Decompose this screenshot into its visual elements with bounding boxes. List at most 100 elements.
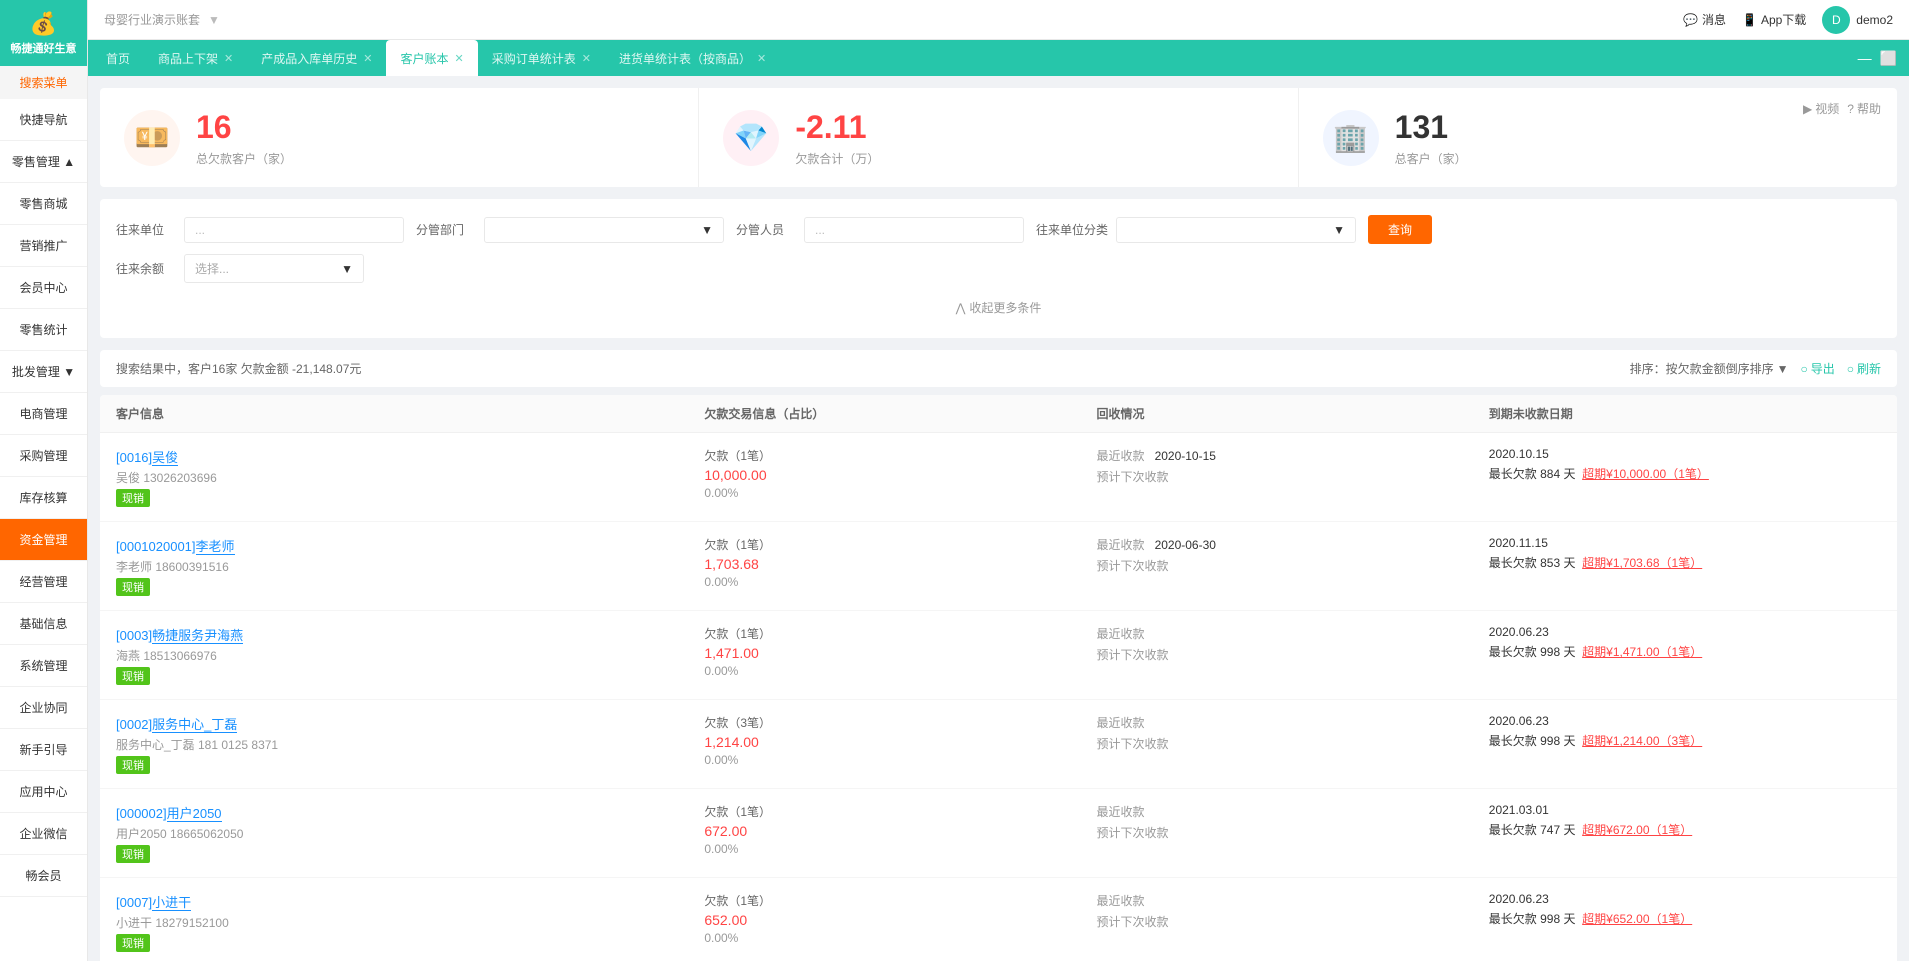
customer-table: 客户信息 欠款交易信息（占比） 回收情况 到期未收款日期 [0016]吴俊 吴俊… [100, 395, 1897, 961]
search-menu[interactable]: 搜索菜单 [0, 66, 87, 99]
repay-next: 预计下次收款 [1097, 646, 1489, 663]
user-menu-button[interactable]: D demo2 [1822, 6, 1893, 34]
customer-tag: 现销 [116, 578, 150, 596]
tab-caigouddtongji[interactable]: 采购订单统计表 ✕ [478, 40, 605, 76]
debt-total-value: -2.11 [795, 108, 1273, 146]
table-row: [0003]畅捷服务尹海燕 海燕 18513066976 现销 欠款（1笔） 1… [100, 611, 1897, 700]
play-icon: ▶ [1803, 102, 1812, 116]
filter-placeholder: ... [815, 223, 825, 237]
sidebar-item-qiyeweixinl[interactable]: 企业微信 [0, 813, 87, 855]
sidebar-item-pifaguanli[interactable]: 批发管理 ▼ [0, 351, 87, 393]
close-icon[interactable]: ✕ [455, 52, 464, 65]
chevron-down-icon: ▼ [63, 365, 75, 379]
overdue-days-text: 最长欠款 998 天 超期¥1,471.00（1笔） [1489, 643, 1881, 660]
overdue-info-cell: 2020.06.23 最长欠款 998 天 超期¥1,471.00（1笔） [1489, 625, 1881, 660]
sidebar-item-caigouguanli[interactable]: 采购管理 [0, 435, 87, 477]
topbar-dropdown-icon[interactable]: ▼ [208, 13, 220, 27]
table-row: [0001020001]李老师 李老师 18600391516 现销 欠款（1笔… [100, 522, 1897, 611]
sidebar-item-dianshangangguanli[interactable]: 电商管理 [0, 393, 87, 435]
customer-name-link[interactable]: [0003]畅捷服务尹海燕 [116, 625, 704, 644]
sidebar-item-jichuxinxi[interactable]: 基础信息 [0, 603, 87, 645]
customer-tag: 现销 [116, 667, 150, 685]
overdue-amount-link[interactable]: 超期¥672.00（1笔） [1582, 823, 1692, 837]
sidebar-item-lingshoulguanli[interactable]: 零售管理 ▲ [0, 141, 87, 183]
customer-name-link[interactable]: [0002]服务中心_丁磊 [116, 714, 704, 733]
sidebar-item-yingyongzhongxin[interactable]: 应用中心 [0, 771, 87, 813]
debt-amount[interactable]: 10,000.00 [704, 467, 1096, 483]
message-button[interactable]: 💬 消息 [1683, 11, 1726, 28]
overdue-info-cell: 2020.10.15 最长欠款 884 天 超期¥10,000.00（1笔） [1489, 447, 1881, 482]
overdue-days-text: 最长欠款 884 天 超期¥10,000.00（1笔） [1489, 465, 1881, 482]
export-label: 导出 [1811, 360, 1835, 377]
tab-shangpinshanxia[interactable]: 商品上下架 ✕ [144, 40, 247, 76]
app-download-button[interactable]: 📱 App下载 [1742, 11, 1806, 28]
message-label: 消息 [1702, 11, 1726, 28]
overdue-amount-link[interactable]: 超期¥1,471.00（1笔） [1582, 645, 1702, 659]
overdue-amount-link[interactable]: 超期¥1,703.68（1笔） [1582, 556, 1702, 570]
filter-placeholder: ... [195, 223, 205, 237]
collapse-filter-button[interactable]: ⋀ 收起更多条件 [116, 293, 1881, 322]
export-button[interactable]: ○ 导出 [1800, 360, 1834, 377]
customer-name-link[interactable]: [0007]小进干 [116, 892, 704, 911]
debt-amount[interactable]: 652.00 [704, 912, 1096, 928]
overdue-amount-link[interactable]: 超期¥652.00（1笔） [1582, 912, 1692, 926]
customer-name-link[interactable]: [0016]吴俊 [116, 447, 704, 466]
tab-jinhuo-tongji[interactable]: 进货单统计表（按商品） ✕ [605, 40, 780, 76]
customer-name-link[interactable]: [0001020001]李老师 [116, 536, 704, 555]
tab-kehuzhangshu[interactable]: 客户账本 ✕ [386, 40, 477, 76]
debt-info-cell: 欠款（3笔） 1,214.00 0.00% [704, 714, 1096, 767]
sidebar-item-qiyexietong[interactable]: 企业协同 [0, 687, 87, 729]
overdue-info-cell: 2021.03.01 最长欠款 747 天 超期¥672.00（1笔） [1489, 803, 1881, 838]
debt-amount[interactable]: 1,703.68 [704, 556, 1096, 572]
repay-latest: 最近收款 2020-10-15 [1097, 447, 1489, 464]
tab-label: 产成品入库单历史 [261, 50, 357, 67]
search-button[interactable]: 查询 [1368, 215, 1432, 244]
video-button[interactable]: ▶ 视频 [1803, 100, 1839, 117]
filter-input-fengurenyuan[interactable]: ... [804, 217, 1024, 243]
filter-select-laiwaiyu'e[interactable]: 选择... ▼ [184, 254, 364, 283]
sort-area: 排序：按欠款金额倒序排序 ▼ ○ 导出 ○ 刷新 [1630, 360, 1881, 377]
tab-home[interactable]: 首页 [92, 40, 144, 76]
sidebar-item-jingyingguanli[interactable]: 经营管理 [0, 561, 87, 603]
nav-label: 系统管理 [19, 659, 67, 673]
close-icon[interactable]: ✕ [582, 52, 591, 65]
sidebar-item-huiyuanzhongxin[interactable]: 会员中心 [0, 267, 87, 309]
filter-input-laiwaidanwei[interactable]: ... [184, 217, 404, 243]
tab-minimize-icon[interactable]: — [1858, 50, 1872, 66]
sidebar-item-kucunhesuan[interactable]: 库存核算 [0, 477, 87, 519]
close-icon[interactable]: ✕ [757, 52, 766, 65]
customer-name-link[interactable]: [000002]用户2050 [116, 803, 704, 822]
filter-select-laiwaidanweifenlei[interactable]: ▼ [1116, 217, 1356, 243]
sidebar-item-xitongguanli[interactable]: 系统管理 [0, 645, 87, 687]
debt-amount[interactable]: 1,471.00 [704, 645, 1096, 661]
debt-customers-value: 16 [196, 108, 674, 146]
close-icon[interactable]: ✕ [363, 52, 372, 65]
debt-percent: 0.00% [704, 575, 1096, 589]
sort-button[interactable]: 排序：按欠款金额倒序排序 ▼ [1630, 360, 1789, 377]
close-icon[interactable]: ✕ [224, 52, 233, 65]
sidebar: 💰 畅捷通好生意 搜索菜单 快捷导航 零售管理 ▲ 零售商城 营销推广 会员中心… [0, 0, 88, 961]
overdue-amount-link[interactable]: 超期¥1,214.00（3笔） [1582, 734, 1702, 748]
help-button[interactable]: ? 帮助 [1847, 100, 1881, 117]
sidebar-item-changhui-yuan[interactable]: 畅会员 [0, 855, 87, 897]
tab-maximize-icon[interactable]: ⬜ [1880, 50, 1897, 67]
overdue-date: 2020.06.23 [1489, 714, 1881, 728]
sidebar-item-zijinguanli[interactable]: 资金管理 [0, 519, 87, 561]
sidebar-item-lingshoutongji[interactable]: 零售统计 [0, 309, 87, 351]
customer-info-cell: [0002]服务中心_丁磊 服务中心_丁磊 181 0125 8371 现销 [116, 714, 704, 774]
chevron-down-icon: ▼ [1333, 223, 1345, 237]
filter-select-fengubumen[interactable]: ▼ [484, 217, 724, 243]
debt-info-cell: 欠款（1笔） 652.00 0.00% [704, 892, 1096, 945]
sidebar-item-kuaijiedaohang[interactable]: 快捷导航 [0, 99, 87, 141]
tab-chanchenpin[interactable]: 产成品入库单历史 ✕ [247, 40, 386, 76]
refresh-button[interactable]: ○ 刷新 [1847, 360, 1881, 377]
sidebar-item-xinshouyindao[interactable]: 新手引导 [0, 729, 87, 771]
debt-amount[interactable]: 1,214.00 [704, 734, 1096, 750]
debt-amount[interactable]: 672.00 [704, 823, 1096, 839]
overdue-amount-link[interactable]: 超期¥10,000.00（1笔） [1582, 467, 1709, 481]
nav-label: 快捷导航 [19, 113, 67, 127]
customer-tag: 现销 [116, 934, 150, 952]
sidebar-item-lingsoushangcheng[interactable]: 零售商城 [0, 183, 87, 225]
sidebar-item-yingxiaotuguan[interactable]: 营销推广 [0, 225, 87, 267]
message-icon: 💬 [1683, 13, 1698, 27]
